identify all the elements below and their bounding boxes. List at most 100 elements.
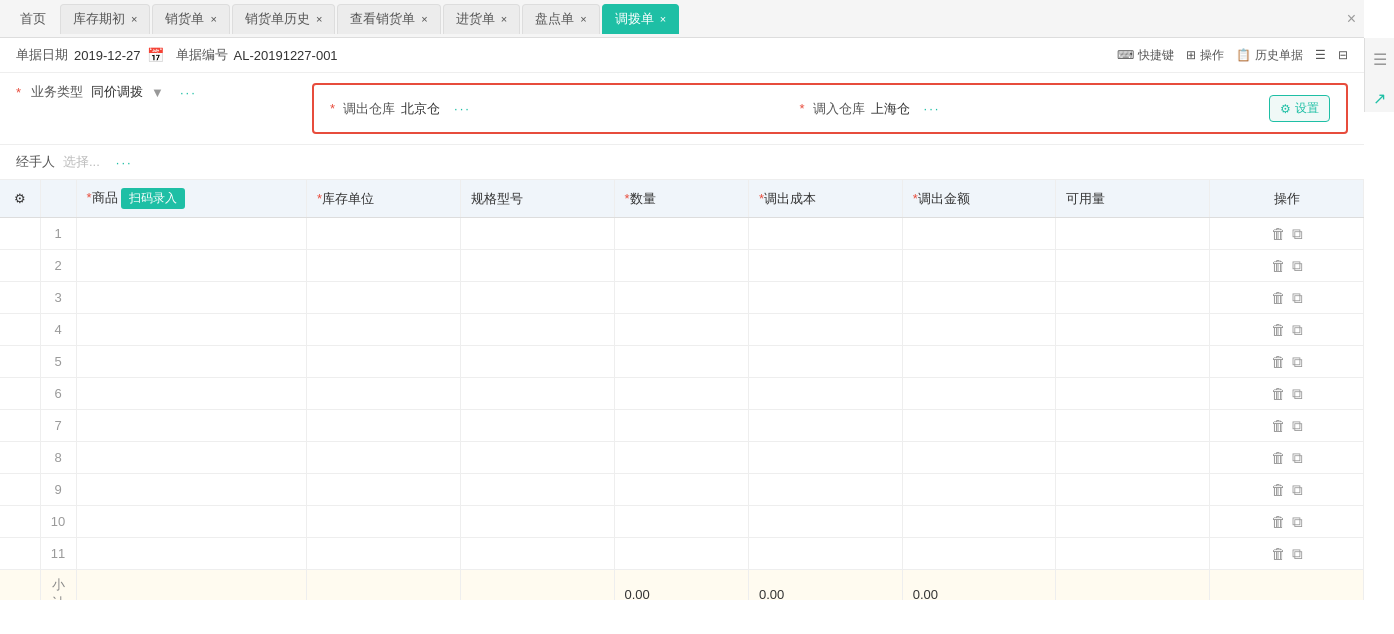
- row-qty-cell[interactable]: [614, 474, 749, 506]
- row-spec-cell[interactable]: [460, 538, 614, 570]
- handler-select[interactable]: 选择...: [63, 153, 100, 171]
- row-cost-cell[interactable]: [749, 378, 903, 410]
- row-spec-cell[interactable]: [460, 410, 614, 442]
- row-product-cell[interactable]: [76, 250, 307, 282]
- tab-sales-history[interactable]: 销货单历史 ×: [232, 4, 335, 34]
- scan-button[interactable]: 扫码录入: [121, 188, 185, 209]
- row-unit-cell[interactable]: [307, 442, 461, 474]
- row-product-cell[interactable]: [76, 442, 307, 474]
- source-warehouse-more[interactable]: ···: [454, 101, 471, 116]
- delete-icon[interactable]: 🗑: [1271, 417, 1286, 435]
- row-cost-cell[interactable]: [749, 218, 903, 250]
- row-amount-cell[interactable]: [902, 506, 1056, 538]
- row-qty-cell[interactable]: [614, 378, 749, 410]
- row-unit-cell[interactable]: [307, 474, 461, 506]
- layout-list-button[interactable]: ☰: [1315, 48, 1326, 62]
- window-close-button[interactable]: ×: [1347, 10, 1356, 28]
- row-cost-cell[interactable]: [749, 442, 903, 474]
- operations-button[interactable]: ⊞ 操作: [1186, 47, 1224, 64]
- row-cost-cell[interactable]: [749, 282, 903, 314]
- business-type-select[interactable]: 同价调拨 ▼: [91, 83, 164, 101]
- row-spec-cell[interactable]: [460, 474, 614, 506]
- row-qty-cell[interactable]: [614, 314, 749, 346]
- copy-icon[interactable]: ⧉: [1292, 257, 1303, 275]
- copy-icon[interactable]: ⧉: [1292, 289, 1303, 307]
- row-spec-cell[interactable]: [460, 378, 614, 410]
- source-warehouse-value[interactable]: 北京仓: [401, 100, 440, 118]
- row-unit-cell[interactable]: [307, 378, 461, 410]
- row-cost-cell[interactable]: [749, 506, 903, 538]
- tab-inventory-init[interactable]: 库存期初 ×: [60, 4, 150, 34]
- row-unit-cell[interactable]: [307, 314, 461, 346]
- row-cost-cell[interactable]: [749, 474, 903, 506]
- delete-icon[interactable]: 🗑: [1271, 225, 1286, 243]
- row-product-cell[interactable]: [76, 282, 307, 314]
- row-cost-cell[interactable]: [749, 250, 903, 282]
- row-qty-cell[interactable]: [614, 282, 749, 314]
- row-product-cell[interactable]: [76, 218, 307, 250]
- row-unit-cell[interactable]: [307, 410, 461, 442]
- row-amount-cell[interactable]: [902, 538, 1056, 570]
- row-product-cell[interactable]: [76, 314, 307, 346]
- delete-icon[interactable]: 🗑: [1271, 481, 1286, 499]
- delete-icon[interactable]: 🗑: [1271, 257, 1286, 275]
- row-qty-cell[interactable]: [614, 250, 749, 282]
- history-button[interactable]: 📋 历史单据: [1236, 47, 1303, 64]
- row-amount-cell[interactable]: [902, 346, 1056, 378]
- tab-transfer[interactable]: 调拨单 ×: [602, 4, 679, 34]
- row-cost-cell[interactable]: [749, 538, 903, 570]
- tab-stocktake-close[interactable]: ×: [580, 13, 586, 25]
- tab-sales-history-close[interactable]: ×: [316, 13, 322, 25]
- row-amount-cell[interactable]: [902, 250, 1056, 282]
- row-amount-cell[interactable]: [902, 314, 1056, 346]
- row-unit-cell[interactable]: [307, 282, 461, 314]
- row-spec-cell[interactable]: [460, 314, 614, 346]
- row-qty-cell[interactable]: [614, 442, 749, 474]
- copy-icon[interactable]: ⧉: [1292, 225, 1303, 243]
- chevron-down-icon[interactable]: ▼: [151, 85, 164, 100]
- tab-purchase-order[interactable]: 进货单 ×: [443, 4, 520, 34]
- delete-icon[interactable]: 🗑: [1271, 449, 1286, 467]
- copy-icon[interactable]: ⧉: [1292, 353, 1303, 371]
- handler-more[interactable]: ···: [116, 155, 133, 170]
- row-cost-cell[interactable]: [749, 346, 903, 378]
- row-unit-cell[interactable]: [307, 250, 461, 282]
- row-product-cell[interactable]: [76, 474, 307, 506]
- sidebar-list-icon[interactable]: ☰: [1369, 46, 1391, 73]
- row-unit-cell[interactable]: [307, 538, 461, 570]
- row-cost-cell[interactable]: [749, 314, 903, 346]
- tab-sales-order[interactable]: 销货单 ×: [152, 4, 229, 34]
- row-qty-cell[interactable]: [614, 538, 749, 570]
- col-gear-header[interactable]: ⚙: [0, 180, 40, 218]
- row-cost-cell[interactable]: [749, 410, 903, 442]
- row-qty-cell[interactable]: [614, 506, 749, 538]
- tab-home[interactable]: 首页: [8, 4, 58, 34]
- row-spec-cell[interactable]: [460, 442, 614, 474]
- shortcuts-button[interactable]: ⌨ 快捷键: [1117, 47, 1174, 64]
- row-qty-cell[interactable]: [614, 346, 749, 378]
- row-spec-cell[interactable]: [460, 250, 614, 282]
- delete-icon[interactable]: 🗑: [1271, 321, 1286, 339]
- delete-icon[interactable]: 🗑: [1271, 513, 1286, 531]
- target-warehouse-value[interactable]: 上海仓: [871, 100, 910, 118]
- tab-stocktake[interactable]: 盘点单 ×: [522, 4, 599, 34]
- row-spec-cell[interactable]: [460, 506, 614, 538]
- row-amount-cell[interactable]: [902, 442, 1056, 474]
- row-spec-cell[interactable]: [460, 282, 614, 314]
- target-warehouse-more[interactable]: ···: [924, 101, 941, 116]
- row-amount-cell[interactable]: [902, 378, 1056, 410]
- row-amount-cell[interactable]: [902, 410, 1056, 442]
- row-unit-cell[interactable]: [307, 218, 461, 250]
- delete-icon[interactable]: 🗑: [1271, 545, 1286, 563]
- tab-view-sales-close[interactable]: ×: [421, 13, 427, 25]
- copy-icon[interactable]: ⧉: [1292, 385, 1303, 403]
- row-spec-cell[interactable]: [460, 346, 614, 378]
- delete-icon[interactable]: 🗑: [1271, 289, 1286, 307]
- row-amount-cell[interactable]: [902, 474, 1056, 506]
- copy-icon[interactable]: ⧉: [1292, 545, 1303, 563]
- row-spec-cell[interactable]: [460, 218, 614, 250]
- row-product-cell[interactable]: [76, 506, 307, 538]
- layout-grid-button[interactable]: ⊟: [1338, 48, 1348, 62]
- row-qty-cell[interactable]: [614, 410, 749, 442]
- delete-icon[interactable]: 🗑: [1271, 385, 1286, 403]
